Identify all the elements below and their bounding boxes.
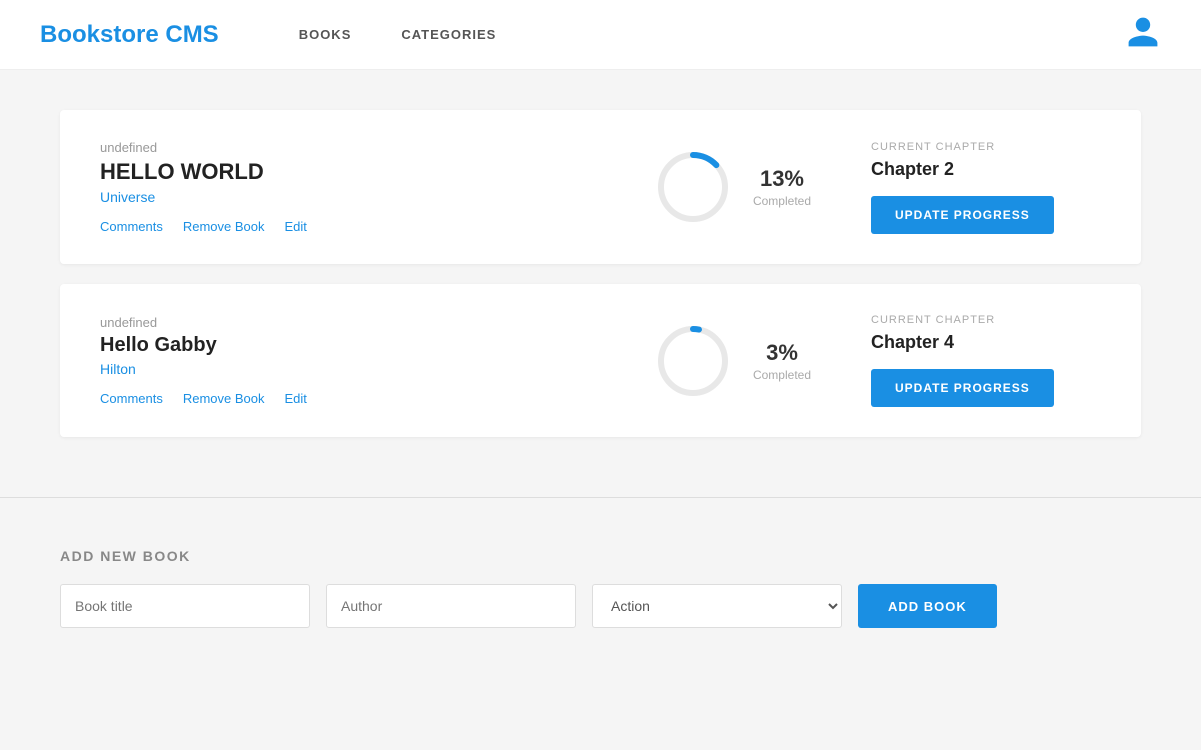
chapter-section-2: CURRENT CHAPTER Chapter 4 UPDATE PROGRES… [871, 314, 1101, 407]
navbar: Bookstore CMS BOOKS CATEGORIES [0, 0, 1201, 70]
book-card-1: undefined HELLO WORLD Universe Comments … [60, 110, 1141, 264]
progress-circle-2 [653, 321, 733, 401]
book-info-2: undefined Hello Gabby Hilton Comments Re… [100, 315, 593, 406]
progress-label-2: Completed [753, 368, 811, 382]
progress-percent-2: 3% [753, 340, 811, 366]
book-actions-2: Comments Remove Book Edit [100, 391, 593, 406]
current-chapter-label-2: CURRENT CHAPTER [871, 314, 1101, 326]
book-info-1: undefined HELLO WORLD Universe Comments … [100, 140, 593, 234]
book-remove-2[interactable]: Remove Book [183, 391, 265, 406]
add-book-button[interactable]: ADD BOOK [858, 584, 997, 628]
current-chapter-value-1: Chapter 2 [871, 159, 1101, 180]
update-progress-btn-2[interactable]: UPDATE PROGRESS [871, 369, 1054, 407]
category-select[interactable]: Action Adventure Comedy Drama Fantasy Ho… [592, 584, 842, 628]
book-title-2: Hello Gabby [100, 334, 593, 357]
nav-user[interactable] [1125, 14, 1161, 55]
add-book-form: Action Adventure Comedy Drama Fantasy Ho… [60, 584, 1141, 628]
book-title-input[interactable] [60, 584, 310, 628]
brand-title[interactable]: Bookstore CMS [40, 21, 219, 49]
current-chapter-value-2: Chapter 4 [871, 332, 1101, 353]
book-author-1[interactable]: Universe [100, 189, 593, 205]
user-icon[interactable] [1125, 37, 1161, 54]
progress-text-1: 13% Completed [753, 166, 811, 208]
chapter-section-1: CURRENT CHAPTER Chapter 2 UPDATE PROGRES… [871, 141, 1101, 234]
nav-link-books[interactable]: BOOKS [299, 27, 352, 42]
progress-text-2: 3% Completed [753, 340, 811, 382]
book-card-2: undefined Hello Gabby Hilton Comments Re… [60, 284, 1141, 437]
book-edit-1[interactable]: Edit [285, 219, 307, 234]
progress-section-1: 13% Completed [653, 147, 811, 227]
book-author-2[interactable]: Hilton [100, 361, 593, 377]
progress-percent-1: 13% [753, 166, 811, 192]
add-book-title: ADD NEW BOOK [60, 548, 1141, 564]
update-progress-btn-1[interactable]: UPDATE PROGRESS [871, 196, 1054, 234]
current-chapter-label-1: CURRENT CHAPTER [871, 141, 1101, 153]
progress-label-1: Completed [753, 194, 811, 208]
book-title-1: HELLO WORLD [100, 159, 593, 185]
add-book-section: ADD NEW BOOK Action Adventure Comedy Dra… [0, 528, 1201, 668]
author-input[interactable] [326, 584, 576, 628]
nav-links: BOOKS CATEGORIES [299, 27, 1125, 42]
book-actions-1: Comments Remove Book Edit [100, 219, 593, 234]
book-undefined-1: undefined [100, 140, 593, 155]
main-content: undefined HELLO WORLD Universe Comments … [0, 70, 1201, 487]
book-comments-1[interactable]: Comments [100, 219, 163, 234]
book-edit-2[interactable]: Edit [285, 391, 307, 406]
progress-circle-1 [653, 147, 733, 227]
nav-link-categories[interactable]: CATEGORIES [401, 27, 496, 42]
book-undefined-2: undefined [100, 315, 593, 330]
section-divider [0, 497, 1201, 498]
book-remove-1[interactable]: Remove Book [183, 219, 265, 234]
book-comments-2[interactable]: Comments [100, 391, 163, 406]
progress-section-2: 3% Completed [653, 321, 811, 401]
